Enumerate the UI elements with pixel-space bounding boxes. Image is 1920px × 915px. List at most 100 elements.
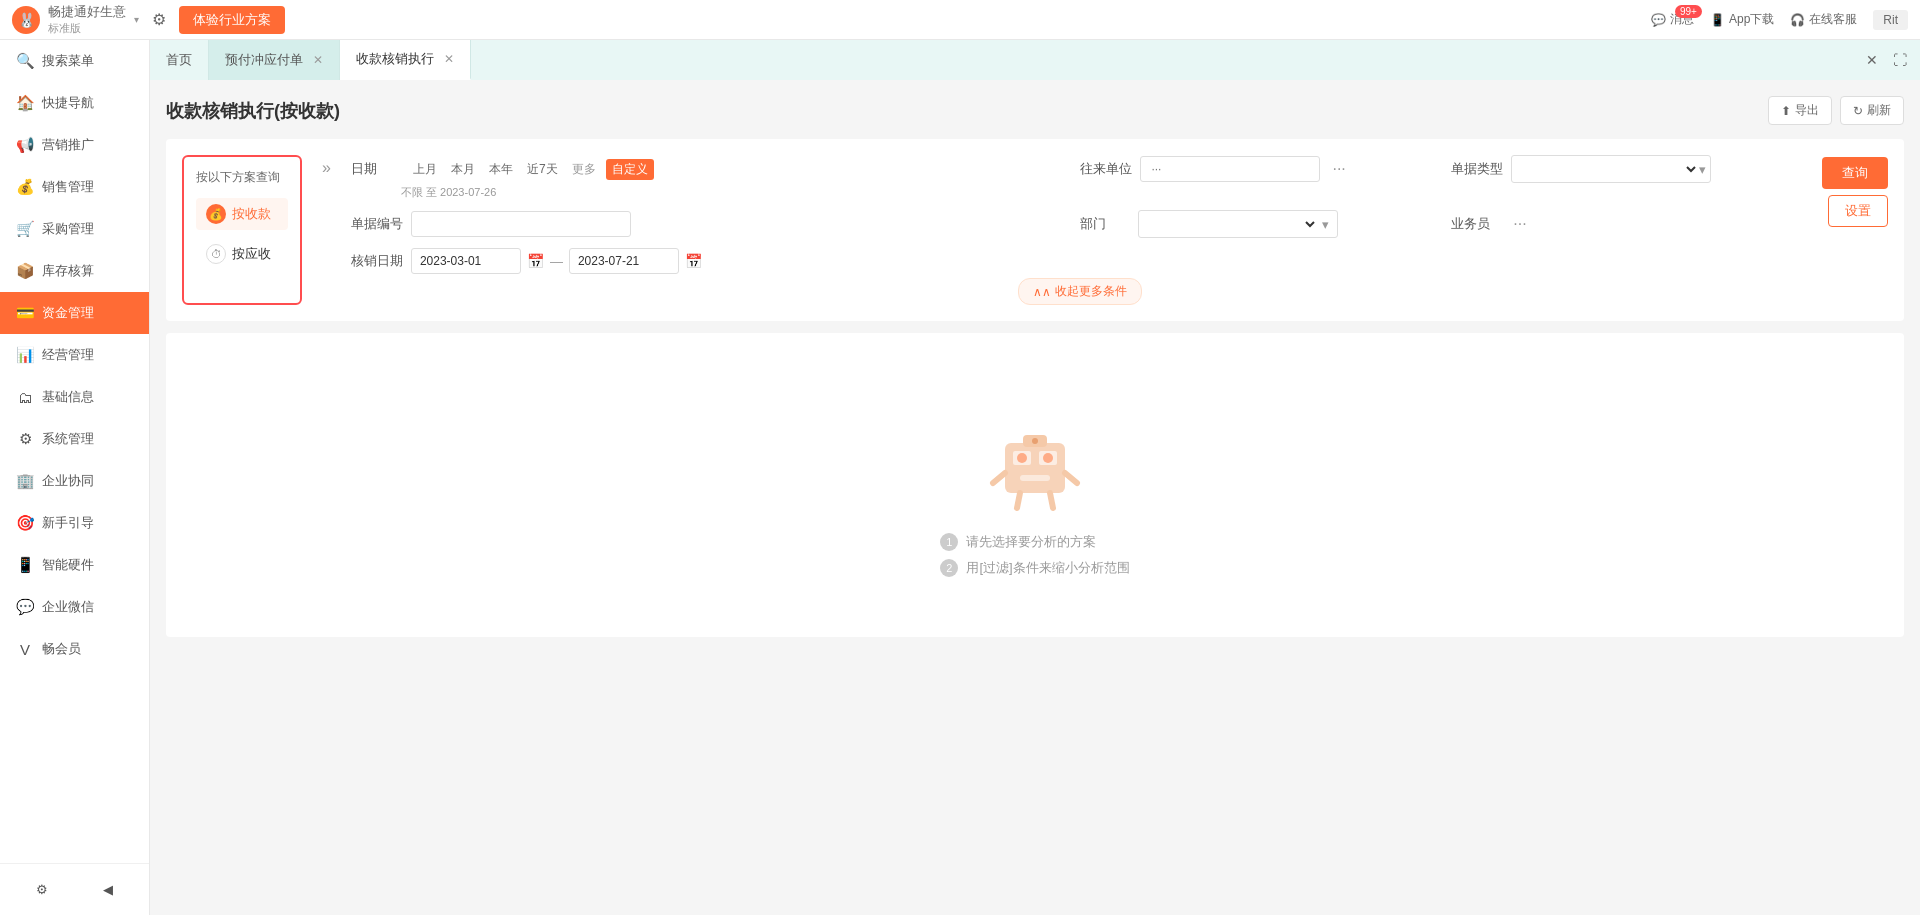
svg-line-9 [1050,493,1053,508]
sidebar-item-guide[interactable]: 🎯 新手引导 [0,502,149,544]
collapse-chevron-up-icon: ∧∧ [1033,285,1051,299]
receivable-icon: ⏱ [206,244,226,264]
sidebar-item-marketing[interactable]: 📢 营销推广 [0,124,149,166]
svg-line-7 [1065,473,1077,483]
offset-date-start-input[interactable] [411,248,521,274]
date-shortcut-this-month[interactable]: 本月 [447,159,479,180]
tab-fullscreen-icon[interactable]: ⛶ [1888,48,1912,72]
counterparty-input[interactable] [1140,156,1320,182]
date-shortcut-last-month[interactable]: 上月 [409,159,441,180]
dept-select[interactable] [1147,216,1318,232]
sidebar-label-purchase: 采购管理 [42,220,94,238]
sidebar-item-system[interactable]: ⚙ 系统管理 [0,418,149,460]
filter-by-receivable-label: 按应收 [232,245,271,263]
sidebar-settings-btn[interactable]: ⚙ [28,874,56,905]
date-shortcuts: 上月 本月 本年 近7天 更多 自定义 [409,159,654,180]
date-custom-tag[interactable]: 自定义 [606,159,654,180]
counterparty-dots[interactable]: ··· [1328,160,1349,178]
tab-receipt-offset[interactable]: 收款核销执行 ✕ [340,40,471,80]
sidebar-item-wechat[interactable]: 💬 企业微信 [0,586,149,628]
bill-no-label: 单据编号 [351,215,403,233]
date-shortcut-7days[interactable]: 近7天 [523,159,562,180]
tab-prepay[interactable]: 预付冲应付单 ✕ [209,40,340,80]
sidebar-item-basic-info[interactable]: 🗂 基础信息 [0,376,149,418]
date-shortcut-this-year[interactable]: 本年 [485,159,517,180]
export-button[interactable]: ⬆ 导出 [1768,96,1832,125]
operation-icon: 📊 [16,346,34,364]
sidebar-item-finance[interactable]: 💳 资金管理 [0,292,149,334]
dept-select-wrapper: ▾ [1138,210,1338,238]
filter-settings-button[interactable]: 设置 [1828,195,1888,227]
staff-dots[interactable]: ··· [1509,215,1530,233]
guide-icon: 🎯 [16,514,34,532]
purchase-icon: 🛒 [16,220,34,238]
tab-receipt-offset-label: 收款核销执行 [356,50,434,68]
staff-label: 业务员 [1451,215,1501,233]
app-download-button[interactable]: 📱 App下载 [1710,11,1774,28]
bill-no-input[interactable] [411,211,631,237]
export-icon: ⬆ [1781,104,1791,118]
query-button[interactable]: 查询 [1822,157,1888,189]
basic-info-icon: 🗂 [16,389,34,406]
sidebar-item-hardware[interactable]: 📱 智能硬件 [0,544,149,586]
date-shortcut-more[interactable]: 更多 [568,159,600,180]
solution-button[interactable]: 体验行业方案 [179,6,285,34]
tab-receipt-offset-close[interactable]: ✕ [444,52,454,66]
sidebar-item-sales[interactable]: 💰 销售管理 [0,166,149,208]
sidebar-label-hardware: 智能硬件 [42,556,94,574]
top-bar-left: 🐰 畅捷通好生意 标准版 ▾ ⚙ 体验行业方案 [12,3,285,36]
message-button[interactable]: 💬 消息 99+ [1651,11,1694,28]
tab-bar: 首页 预付冲应付单 ✕ 收款核销执行 ✕ ✕ ⛶ [150,40,1920,80]
export-label: 导出 [1795,102,1819,119]
filter-by-receipt-label: 按收款 [232,205,271,223]
tab-home[interactable]: 首页 [150,40,209,80]
collapse-arrow-icon: ◀ [103,882,113,897]
tab-prepay-close[interactable]: ✕ [313,53,323,67]
corp-icon: 🏢 [16,472,34,490]
sidebar-item-inventory[interactable]: 📦 库存核算 [0,250,149,292]
online-service-button[interactable]: 🎧 在线客服 [1790,11,1857,28]
hardware-icon: 📱 [16,556,34,574]
bill-type-select-wrapper: ▾ [1511,155,1711,183]
svg-rect-3 [1020,475,1050,481]
sidebar-item-purchase[interactable]: 🛒 采购管理 [0,208,149,250]
empty-tips: 1 请先选择要分析的方案 2 用[过滤]条件来缩小分析范围 [940,533,1129,577]
user-name[interactable]: Rit [1873,10,1908,30]
sidebar-label-sales: 销售管理 [42,178,94,196]
filter-action-buttons: 查询 设置 [1822,155,1888,227]
sidebar-item-search[interactable]: 🔍 搜索菜单 [0,40,149,82]
system-icon: ⚙ [16,430,34,448]
filter-option-by-receipt[interactable]: 💰 按收款 [196,198,288,230]
sidebar-label-corp: 企业协同 [42,472,94,490]
offset-date-label: 核销日期 [351,252,403,270]
bill-type-select[interactable] [1512,156,1699,182]
filter-panel: 按以下方案查询 💰 按收款 ⏱ 按应收 » [166,139,1904,321]
settings-icon[interactable]: ⚙ [147,8,171,32]
tab-prepay-label: 预付冲应付单 [225,51,303,69]
collapse-more-button[interactable]: ∧∧ 收起更多条件 [1018,278,1142,305]
headset-icon: 🎧 [1790,13,1805,27]
svg-point-11 [1043,453,1053,463]
sidebar-label-guide: 新手引导 [42,514,94,532]
filter-option-by-receivable[interactable]: ⏱ 按应收 [196,238,288,270]
sidebar-item-corp[interactable]: 🏢 企业协同 [0,460,149,502]
dropdown-icon[interactable]: ▾ [134,14,139,25]
svg-line-6 [993,473,1005,483]
bill-type-label: 单据类型 [1451,160,1503,178]
dept-label: 部门 [1080,215,1130,233]
sidebar-item-member[interactable]: V 畅会员 [0,628,149,670]
offset-date-end-input[interactable] [569,248,679,274]
marketing-icon: 📢 [16,136,34,154]
tab-bar-right: ✕ ⛶ [1852,40,1920,80]
sidebar-item-operation[interactable]: 📊 经营管理 [0,334,149,376]
offset-date-end-cal[interactable]: 📅 [685,253,702,269]
offset-date-start-cal[interactable]: 📅 [527,253,544,269]
sidebar-item-quick-nav[interactable]: 🏠 快捷导航 [0,82,149,124]
refresh-button[interactable]: ↻ 刷新 [1840,96,1904,125]
main-layout: 🔍 搜索菜单 🏠 快捷导航 📢 营销推广 💰 销售管理 🛒 采购管理 📦 库存核… [0,40,1920,915]
offset-date-range: 📅 — 📅 [411,248,702,274]
panel-collapse-arrow[interactable]: » [314,155,339,305]
member-icon: V [16,641,34,658]
tab-close-all-icon[interactable]: ✕ [1860,48,1884,72]
sidebar-collapse-btn[interactable]: ◀ [95,874,121,905]
